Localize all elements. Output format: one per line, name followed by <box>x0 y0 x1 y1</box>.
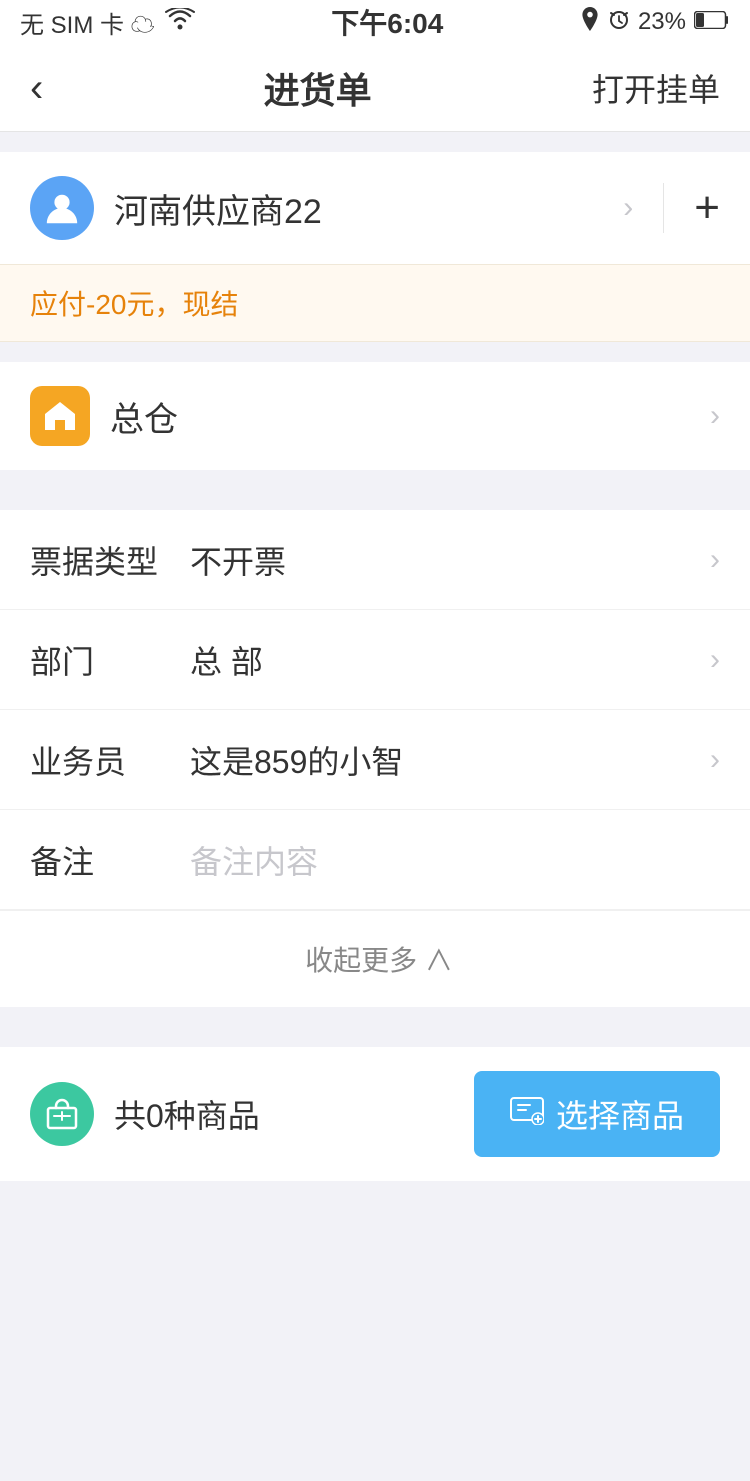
battery-icon <box>694 8 730 36</box>
navigation-bar: ‹ 进货单 打开挂单 <box>0 44 750 132</box>
product-count-text: 共0种商品 <box>114 1091 474 1137</box>
department-chevron-icon: › <box>710 643 720 677</box>
invoice-label: 票据类型 <box>30 537 170 583</box>
open-pending-button[interactable]: 打开挂单 <box>592 65 720 111</box>
nav-title: 进货单 <box>264 62 372 114</box>
supplier-chevron-icon: › <box>623 191 633 225</box>
content-area: 河南供应商22 › + 应付-20元，现结 总仓 › 票据类型 <box>0 132 750 1481</box>
section-gap-4 <box>0 1007 750 1027</box>
invoice-chevron-icon: › <box>710 543 720 577</box>
select-product-icon <box>510 1096 544 1133</box>
invoice-value: 不开票 <box>170 537 710 583</box>
section-gap-1 <box>0 132 750 152</box>
warehouse-icon-container <box>30 386 90 446</box>
status-left: 无 SIM 卡 ☁ <box>20 5 195 40</box>
vertical-divider <box>663 183 664 233</box>
person-icon <box>43 189 81 227</box>
back-button[interactable]: ‹ <box>30 68 43 108</box>
supplier-name: 河南供应商22 <box>114 184 623 233</box>
department-row[interactable]: 部门 总 部 › <box>0 610 750 710</box>
sim-label: 无 SIM 卡 ☁ <box>20 5 155 40</box>
notice-text: 应付-20元，现结 <box>30 289 238 320</box>
salesperson-label: 业务员 <box>30 737 170 783</box>
remark-input[interactable]: 备注内容 <box>170 837 720 883</box>
select-product-label: 选择商品 <box>556 1091 684 1137</box>
supplier-avatar <box>30 176 94 240</box>
status-right: 23% <box>580 7 730 38</box>
salesperson-chevron-icon: › <box>710 743 720 777</box>
section-gap-3 <box>0 470 750 490</box>
warehouse-row[interactable]: 总仓 › <box>0 362 750 470</box>
warehouse-card: 总仓 › <box>0 362 750 470</box>
bottom-product-bar: 共0种商品 选择商品 <box>0 1047 750 1181</box>
section-gap-2 <box>0 342 750 362</box>
add-supplier-button[interactable]: + <box>694 186 720 230</box>
select-product-button[interactable]: 选择商品 <box>474 1071 720 1157</box>
invoice-row[interactable]: 票据类型 不开票 › <box>0 510 750 610</box>
remark-label: 备注 <box>30 837 170 883</box>
supplier-card: 河南供应商22 › + 应付-20元，现结 <box>0 152 750 342</box>
location-icon <box>580 7 600 38</box>
status-bar: 无 SIM 卡 ☁ 下午6:04 23% <box>0 0 750 44</box>
department-value: 总 部 <box>170 637 710 683</box>
battery-label: 23% <box>638 8 686 36</box>
warehouse-chevron-icon: › <box>710 399 720 433</box>
supplier-row[interactable]: 河南供应商22 › + <box>0 152 750 264</box>
status-time: 下午6:04 <box>331 2 443 42</box>
salesperson-row[interactable]: 业务员 这是859的小智 › <box>0 710 750 810</box>
gray-background <box>0 1181 750 1481</box>
collapse-button[interactable]: 收起更多 ∧ <box>0 910 750 1007</box>
department-label: 部门 <box>30 637 170 683</box>
product-icon-container <box>30 1082 94 1146</box>
supplier-actions: › + <box>623 183 720 233</box>
collapse-label: 收起更多 ∧ <box>305 939 453 979</box>
salesperson-value: 这是859的小智 <box>170 737 710 783</box>
house-icon <box>42 398 78 434</box>
shopping-bag-icon <box>44 1096 80 1132</box>
alarm-icon <box>608 8 630 37</box>
wifi-icon <box>165 8 195 37</box>
notice-bar: 应付-20元，现结 <box>0 264 750 342</box>
form-section: 票据类型 不开票 › 部门 总 部 › 业务员 这是859的小智 › 备注 备注… <box>0 510 750 1007</box>
remark-row[interactable]: 备注 备注内容 <box>0 810 750 910</box>
warehouse-name: 总仓 <box>110 392 710 441</box>
